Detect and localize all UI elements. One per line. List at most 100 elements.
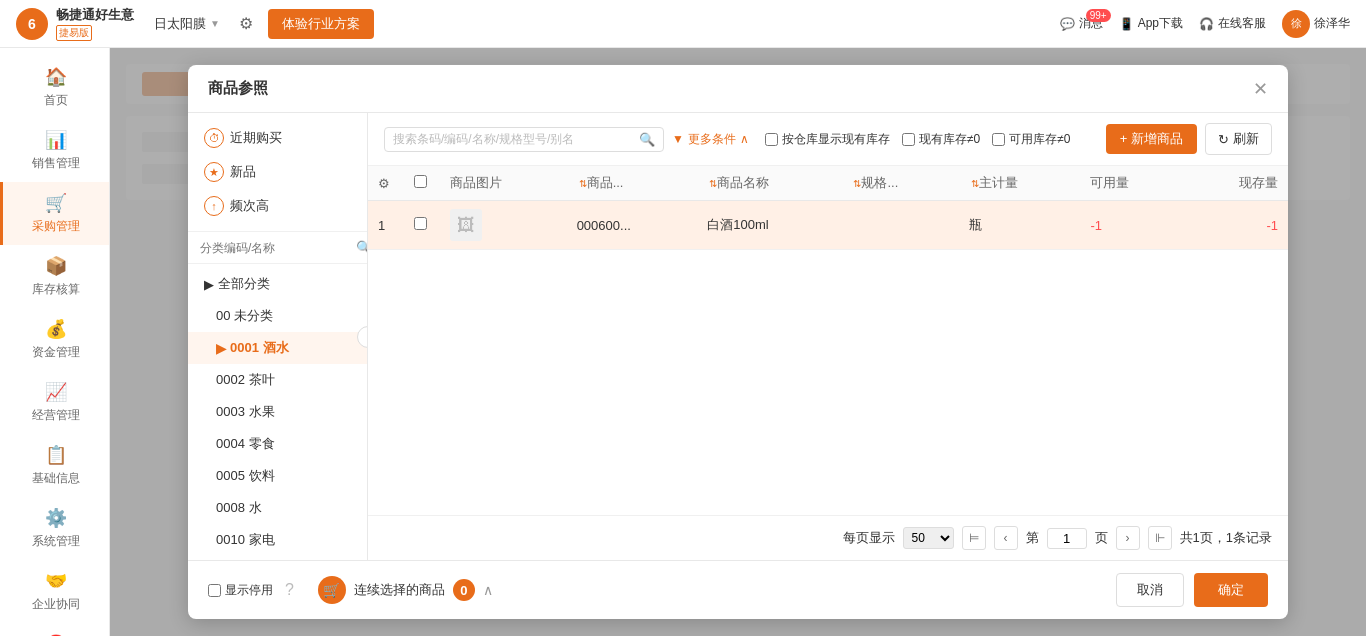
sidebar-item-sales[interactable]: 📊 销售管理 (0, 119, 109, 182)
cat-water[interactable]: 0008 水 (188, 492, 367, 524)
checkbox-usable-ne0[interactable]: 可用库存≠0 (992, 131, 1070, 148)
message-icon: 💬 (1060, 17, 1075, 31)
more-filters-button[interactable]: ▼ 更多条件 ∧ (672, 131, 749, 148)
frequent-icon: ↑ (204, 196, 224, 216)
checkbox-available-input[interactable] (902, 133, 915, 146)
sidebar-item-basic-info[interactable]: 📋 基础信息 (0, 434, 109, 497)
footer-actions: 取消 确定 (1116, 573, 1268, 607)
name-sort-icon: ⇅ (709, 178, 717, 189)
cat-appliance[interactable]: 0010 家电 (188, 524, 367, 556)
next-page-button[interactable]: › (1116, 526, 1140, 550)
checkbox-warehouse[interactable]: 按仓库显示现有库存 (765, 131, 890, 148)
sidebar-label-operations: 经营管理 (32, 407, 80, 424)
recent-icon: ⏱ (204, 128, 224, 148)
quick-item-recent[interactable]: ⏱ 近期购买 (188, 121, 367, 155)
quick-item-new[interactable]: ★ 新品 (188, 155, 367, 189)
product-search-input[interactable] (393, 132, 635, 146)
all-expand-arrow: ▶ (204, 277, 214, 292)
filter-icon: ▼ (672, 132, 684, 146)
col-settings[interactable]: ⚙ (368, 166, 404, 201)
help-icon[interactable]: ? (285, 581, 294, 599)
checkbox-available-ne0[interactable]: 现有库存≠0 (902, 131, 980, 148)
show-disabled-input[interactable] (208, 584, 221, 597)
row-available: -1 (1080, 201, 1184, 250)
cat-all[interactable]: ▶ 全部分类 (188, 268, 367, 300)
checkbox-usable-input[interactable] (992, 133, 1005, 146)
row-checkbox[interactable] (404, 201, 440, 250)
settings-button[interactable]: ⚙ (232, 10, 260, 38)
user-menu[interactable]: 徐 徐泽华 (1282, 10, 1350, 38)
total-info: 共1页，1条记录 (1180, 529, 1272, 547)
prev-page-button[interactable]: ‹ (994, 526, 1018, 550)
product-image: 🖼 (450, 209, 482, 241)
refresh-button[interactable]: ↻ 刷新 (1205, 123, 1272, 155)
col-image: 商品图片 (440, 166, 567, 201)
category-search-icon[interactable]: 🔍 (356, 240, 368, 255)
sidebar-item-guide[interactable]: 🎯 新手引导 (0, 623, 109, 636)
sidebar-item-home[interactable]: 🏠 首页 (0, 56, 109, 119)
sidebar-item-finance[interactable]: 💰 资金管理 (0, 308, 109, 371)
cancel-button[interactable]: 取消 (1116, 573, 1184, 607)
app-download-button[interactable]: 📱 App下载 (1119, 15, 1183, 32)
sidebar-item-operations[interactable]: 📈 经营管理 (0, 371, 109, 434)
sidebar-label-inventory: 库存核算 (32, 281, 80, 298)
per-page-select[interactable]: 50 10 20 100 (903, 527, 954, 549)
cat-unclassified[interactable]: 00 未分类 (188, 300, 367, 332)
new-icon: ★ (204, 162, 224, 182)
product-search-wrap: 🔍 (384, 127, 664, 152)
row-unit: 瓶 (959, 201, 1080, 250)
sidebar: 🏠 首页 📊 销售管理 🛒 采购管理 📦 库存核算 💰 资金管理 📈 经营管理 … (0, 48, 110, 636)
cat-fruit[interactable]: 0003 水果 (188, 396, 367, 428)
sidebar-item-system[interactable]: ⚙️ 系统管理 (0, 497, 109, 560)
col-code[interactable]: ⇅商品... (567, 166, 698, 201)
col-available: 可用量 (1080, 166, 1184, 201)
modal-close-button[interactable]: ✕ (1253, 80, 1268, 98)
first-page-button[interactable]: ⊨ (962, 526, 986, 550)
category-search-input[interactable] (200, 241, 350, 255)
modal-body: ⏱ 近期购买 ★ 新品 ↑ 频次高 (188, 113, 1288, 560)
sidebar-label-basic-info: 基础信息 (32, 470, 80, 487)
sidebar-item-enterprise[interactable]: 🤝 企业协同 (0, 560, 109, 623)
cat-tea[interactable]: 0002 茶叶 (188, 364, 367, 396)
refresh-icon: ↻ (1218, 132, 1229, 147)
cat-beverage[interactable]: 0005 饮料 (188, 460, 367, 492)
table-row[interactable]: 1 🖼 000600... 白酒100ml 瓶 (368, 201, 1288, 250)
cart-collapse-button[interactable]: ∧ (483, 582, 493, 598)
pagination: 每页显示 50 10 20 100 ⊨ ‹ 第 页 (368, 515, 1288, 560)
col-spec[interactable]: ⇅规格... (841, 166, 959, 201)
col-checkbox[interactable] (404, 166, 440, 201)
col-settings-icon: ⚙ (378, 176, 390, 191)
logo-icon: 6 (16, 8, 48, 40)
row-checkbox-input[interactable] (414, 217, 427, 230)
select-all-checkbox[interactable] (414, 175, 427, 188)
experience-button[interactable]: 体验行业方案 (268, 9, 374, 39)
topbar-right: 💬 消息 99+ 📱 App下载 🎧 在线客服 徐 徐泽华 (1060, 10, 1350, 38)
confirm-button[interactable]: 确定 (1194, 573, 1268, 607)
online-service-button[interactable]: 🎧 在线客服 (1199, 15, 1266, 32)
enterprise-icon: 🤝 (45, 570, 67, 592)
sidebar-item-purchase[interactable]: 🛒 采购管理 (0, 182, 109, 245)
main-layout: 🏠 首页 📊 销售管理 🛒 采购管理 📦 库存核算 💰 资金管理 📈 经营管理 … (0, 48, 1366, 636)
cat-liquor[interactable]: ▶ 0001 酒水 (188, 332, 367, 364)
content-area: 商品参照 ✕ ⏱ 近期购买 ★ (110, 48, 1366, 636)
product-reference-modal: 商品参照 ✕ ⏱ 近期购买 ★ (188, 65, 1288, 619)
company-selector[interactable]: 日太阳膜 ▼ (154, 15, 220, 33)
unit-sort-icon: ⇅ (971, 178, 979, 189)
search-icon[interactable]: 🔍 (639, 132, 655, 147)
last-page-button[interactable]: ⊩ (1148, 526, 1172, 550)
checkbox-warehouse-input[interactable] (765, 133, 778, 146)
col-name[interactable]: ⇅商品名称 (697, 166, 841, 201)
row-name: 白酒100ml (697, 201, 841, 250)
messages-button[interactable]: 💬 消息 99+ (1060, 15, 1103, 32)
cat-snack[interactable]: 0004 零食 (188, 428, 367, 460)
sidebar-item-inventory[interactable]: 📦 库存核算 (0, 245, 109, 308)
quick-item-frequent[interactable]: ↑ 频次高 (188, 189, 367, 223)
search-filter-bar: 🔍 ▼ 更多条件 ∧ 按仓库显示现有库存 (368, 113, 1288, 166)
col-unit[interactable]: ⇅主计量 (959, 166, 1080, 201)
cart-icon[interactable]: 🛒 (318, 576, 346, 604)
show-disabled-checkbox[interactable]: 显示停用 (208, 582, 273, 599)
add-product-button[interactable]: + 新增商品 (1106, 124, 1197, 154)
sidebar-label-finance: 资金管理 (32, 344, 80, 361)
page-number-input[interactable] (1047, 528, 1087, 549)
row-code: 000600... (567, 201, 698, 250)
